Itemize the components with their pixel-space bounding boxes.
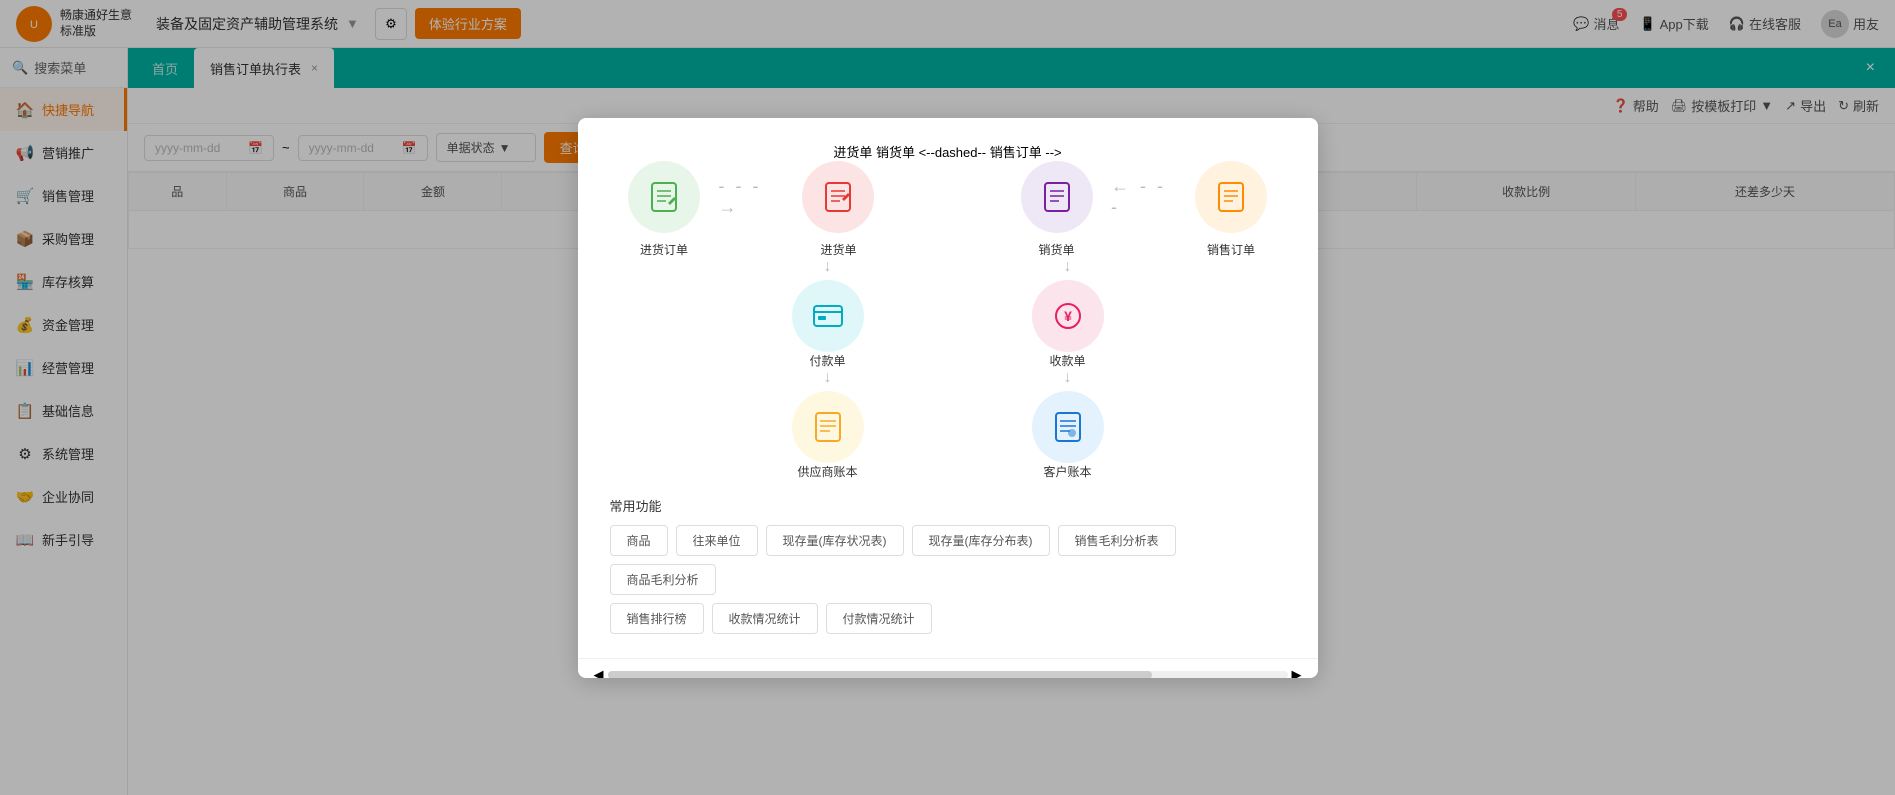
- supplier-ledger-label: 供应商账本: [797, 463, 857, 480]
- supplier-ledger-circle: [792, 391, 864, 463]
- scroll-right-arrow[interactable]: ▶: [1292, 667, 1302, 678]
- func-buttons-row2: 销售排行榜 收款情况统计 付款情况统计: [610, 603, 1286, 634]
- func-btn-product[interactable]: 商品: [610, 525, 668, 556]
- scroll-thumb: [608, 671, 1152, 678]
- modal-body: 进货单 销货单 <--dashed-- 销售订单 --> 进货订单 - - - …: [578, 118, 1318, 658]
- common-func-title: 常用功能: [610, 496, 1286, 515]
- func-btn-stock-dist[interactable]: 现存量(库存分布表): [912, 525, 1050, 556]
- customer-ledger-col: ↓ 客户账本: [1032, 369, 1104, 480]
- arrow-h2: ← - - -: [1111, 176, 1176, 242]
- func-btn-stock-status[interactable]: 现存量(库存状况表): [766, 525, 904, 556]
- scroll-left-arrow[interactable]: ◀: [594, 667, 604, 678]
- purchase-order-circle: [628, 161, 700, 233]
- common-functions: 常用功能 商品 往来单位 现存量(库存状况表) 现存量(库存分布表) 销售毛利分…: [610, 496, 1286, 634]
- scroll-track: [608, 671, 1288, 678]
- purchase-bill-circle: [802, 161, 874, 233]
- customer-ledger-circle: [1032, 391, 1104, 463]
- modal-overlay: 进货单 销货单 <--dashed-- 销售订单 --> 进货订单 - - - …: [0, 0, 1895, 795]
- arrow-h1: - - - →: [719, 176, 784, 242]
- func-btn-product-margin[interactable]: 商品毛利分析: [610, 564, 716, 595]
- supplier-ledger-col: ↓ 供应商账本: [792, 369, 864, 480]
- func-btn-sales-rank[interactable]: 销售排行榜: [610, 603, 704, 634]
- down-arrow-payment: ↓: [824, 258, 832, 276]
- down-arrow-supplier: ↓: [824, 369, 832, 387]
- flow-item-sales-order: 销售订单: [1176, 161, 1285, 258]
- down-arrow-receipt: ↓: [1064, 258, 1072, 276]
- func-btn-sales-margin[interactable]: 销售毛利分析表: [1058, 525, 1176, 556]
- flow-item-purchase-order: 进货订单: [610, 161, 719, 258]
- payment-col: ↓ 付款单: [792, 258, 864, 369]
- payment-bill-circle: [792, 280, 864, 352]
- purchase-order-label: 进货订单: [640, 241, 688, 258]
- sales-order-label: 销售订单: [1207, 241, 1255, 258]
- flow-item-purchase-bill: 进货单: [784, 161, 893, 258]
- func-btn-partner[interactable]: 往来单位: [676, 525, 758, 556]
- customer-ledger-label: 客户账本: [1043, 463, 1091, 480]
- svg-text:¥: ¥: [1064, 308, 1072, 324]
- func-btn-receipt-stats[interactable]: 收款情况统计: [712, 603, 818, 634]
- down-arrow-customer: ↓: [1064, 369, 1072, 387]
- purchase-bill-label: 进货单: [820, 241, 856, 258]
- func-btn-payment-stats[interactable]: 付款情况统计: [826, 603, 932, 634]
- flow-modal: 进货单 销货单 <--dashed-- 销售订单 --> 进货订单 - - - …: [578, 118, 1318, 678]
- receipt-bill-label: 收款单: [1049, 352, 1085, 369]
- receipt-col: ↓ ¥ 收款单: [1032, 258, 1104, 369]
- payment-bill-label: 付款单: [809, 352, 845, 369]
- receipt-bill-circle: ¥: [1032, 280, 1104, 352]
- sales-bill-label: 销货单: [1039, 241, 1075, 258]
- func-buttons: 商品 往来单位 现存量(库存状况表) 现存量(库存分布表) 销售毛利分析表 商品…: [610, 525, 1286, 595]
- flow-item-sales-bill: 销货单: [1002, 161, 1111, 258]
- sales-bill-circle: [1021, 161, 1093, 233]
- modal-scrollbar[interactable]: ◀ ▶: [578, 658, 1318, 678]
- sales-order-circle: [1195, 161, 1267, 233]
